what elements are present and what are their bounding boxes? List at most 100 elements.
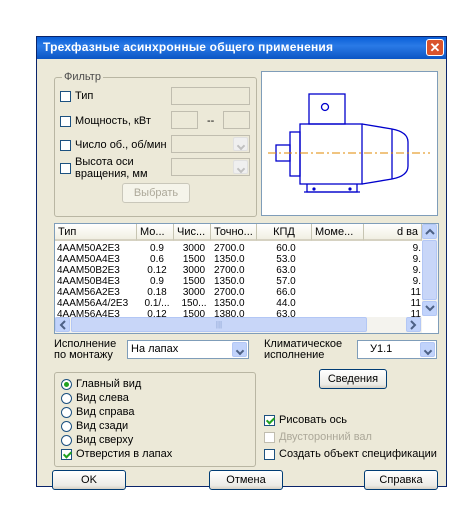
table-cell[interactable]: 2700.0 (214, 287, 258, 298)
mount-combo-value: На лапах (131, 343, 179, 355)
table-cell[interactable]: 0.1/... (140, 298, 174, 309)
title-bar[interactable]: Трехфазные асинхронные общего применения… (37, 37, 446, 59)
type-checkbox[interactable] (60, 91, 71, 102)
chevron-down-icon[interactable] (420, 342, 435, 357)
table-cell[interactable]: 11 (367, 298, 421, 309)
vertical-scroll-thumb[interactable] (422, 240, 437, 300)
height-label-line1: Высота оси (75, 156, 134, 168)
table-cell[interactable]: 9. (367, 276, 421, 287)
table-cell[interactable]: 1500 (177, 254, 211, 265)
chevron-down-icon (233, 160, 248, 174)
dialog-window: Трехфазные асинхронные общего применения… (36, 36, 447, 490)
select-button: Выбрать (122, 183, 190, 203)
table-cell[interactable]: 2700.0 (214, 265, 258, 276)
power-label: Мощность, кВт (75, 115, 151, 127)
table-cell[interactable]: 3000 (177, 243, 211, 254)
radio-back-view[interactable] (61, 421, 72, 432)
left-view-label: Вид слева (76, 392, 129, 404)
climate-combo[interactable]: У1.1 (357, 340, 437, 359)
table-cell[interactable]: 4ААМ50А4Е3 (57, 254, 137, 265)
table-cell[interactable]: 0.18 (140, 287, 174, 298)
holes-label: Отверстия в лапах (76, 448, 173, 460)
speed-checkbox[interactable] (60, 140, 71, 151)
climate-label-line2: исполнение (264, 349, 325, 361)
column-header-efficiency[interactable]: КПД (257, 224, 312, 241)
table-cell[interactable]: 150... (177, 298, 211, 309)
power-checkbox[interactable] (60, 116, 71, 127)
flange-outline (289, 131, 301, 177)
radio-main-view[interactable] (61, 379, 72, 390)
table-cell[interactable]: 9. (367, 265, 421, 276)
power-max-field (223, 111, 250, 129)
draw-axis-checkbox[interactable] (264, 415, 275, 426)
create-spec-checkbox[interactable] (264, 449, 275, 460)
main-view-label: Главный вид (76, 378, 142, 390)
dialog-title: Трехфазные асинхронные общего применения (43, 40, 334, 54)
radio-right-view[interactable] (61, 407, 72, 418)
column-header-power[interactable]: Мо... (137, 224, 174, 241)
table-cell[interactable]: 44.0 (261, 298, 311, 309)
filter-group-label: Фильтр (62, 71, 103, 83)
table-cell[interactable]: 0.12 (140, 309, 174, 320)
type-label: Тип (75, 90, 94, 102)
table-cell[interactable]: 0.12 (140, 265, 174, 276)
table-cell[interactable]: 66.0 (261, 287, 311, 298)
right-view-label: Вид справа (76, 406, 135, 418)
table-cell[interactable]: 2700.0 (214, 243, 258, 254)
foot-hole-left (312, 187, 316, 191)
table-cell[interactable]: 4ААМ50А2Е3 (57, 243, 137, 254)
holes-checkbox[interactable] (61, 449, 72, 460)
terminal-box-hole (320, 102, 330, 112)
table-cell[interactable]: 1350.0 (214, 276, 258, 287)
table-cell[interactable]: 0.9 (140, 243, 174, 254)
chevron-down-icon[interactable] (232, 342, 247, 357)
table-cell[interactable]: 57.0 (261, 276, 311, 287)
radio-top-view[interactable] (61, 435, 72, 446)
mount-label-line2: по монтажу (54, 349, 113, 361)
table-cell[interactable]: 63.0 (261, 309, 311, 320)
scroll-up-glyph (425, 228, 435, 235)
column-header-type[interactable]: Тип (55, 224, 137, 241)
table-cell[interactable]: 11 (367, 287, 421, 298)
scroll-left-glyph (59, 320, 66, 330)
cancel-button[interactable]: Отмена (209, 470, 283, 490)
help-button[interactable]: Справка (364, 470, 438, 490)
table-cell[interactable]: 3000 (177, 287, 211, 298)
table-cell[interactable]: 1350.0 (214, 298, 258, 309)
column-header-speed[interactable]: Чис... (174, 224, 211, 241)
height-checkbox[interactable] (60, 163, 71, 174)
end-cap-outline (361, 123, 409, 185)
table-cell[interactable]: 9. (367, 243, 421, 254)
table-cell[interactable]: 1500 (177, 309, 211, 320)
motor-body-outline (299, 123, 363, 185)
table-cell[interactable]: 60.0 (261, 243, 311, 254)
table-cell[interactable]: 4ААМ50В2Е3 (57, 265, 137, 276)
table-cell[interactable]: 4ААМ56А2Е3 (57, 287, 137, 298)
table-cell[interactable]: 11 (367, 309, 421, 320)
motor-table[interactable]: Тип Мо... Чис... Точно... КПД Моме... d … (54, 223, 439, 334)
column-header-moment[interactable]: Моме... (312, 224, 364, 241)
table-cell[interactable]: 4ААМ56А4Е3 (57, 309, 137, 320)
close-button[interactable]: ✕ (426, 39, 444, 56)
scroll-right-glyph (410, 320, 417, 330)
table-cell[interactable]: 1380.0 (214, 309, 258, 320)
table-cell[interactable]: 3000 (177, 265, 211, 276)
table-cell[interactable]: 0.9 (140, 276, 174, 287)
motor-drawing-preview (261, 71, 438, 216)
power-range-separator: -- (207, 115, 215, 127)
table-cell[interactable]: 1350.0 (214, 254, 258, 265)
info-button[interactable]: Сведения (319, 369, 387, 389)
table-cell[interactable]: 63.0 (261, 265, 311, 276)
table-cell[interactable]: 0.6 (140, 254, 174, 265)
column-header-shaft-diameter[interactable]: d ва (364, 224, 422, 241)
mount-combo[interactable]: На лапах (127, 340, 249, 359)
table-cell[interactable]: 4ААМ56А4/2Е3 (57, 298, 137, 309)
column-header-accuracy[interactable]: Точно... (211, 224, 257, 241)
table-cell[interactable]: 9. (367, 254, 421, 265)
table-cell[interactable]: 1500 (177, 276, 211, 287)
ok-button[interactable]: OK (52, 470, 126, 490)
table-cell[interactable]: 53.0 (261, 254, 311, 265)
table-cell[interactable]: 4ААМ50В4Е3 (57, 276, 137, 287)
speed-label: Число об., об/мин (75, 139, 167, 151)
radio-left-view[interactable] (61, 393, 72, 404)
